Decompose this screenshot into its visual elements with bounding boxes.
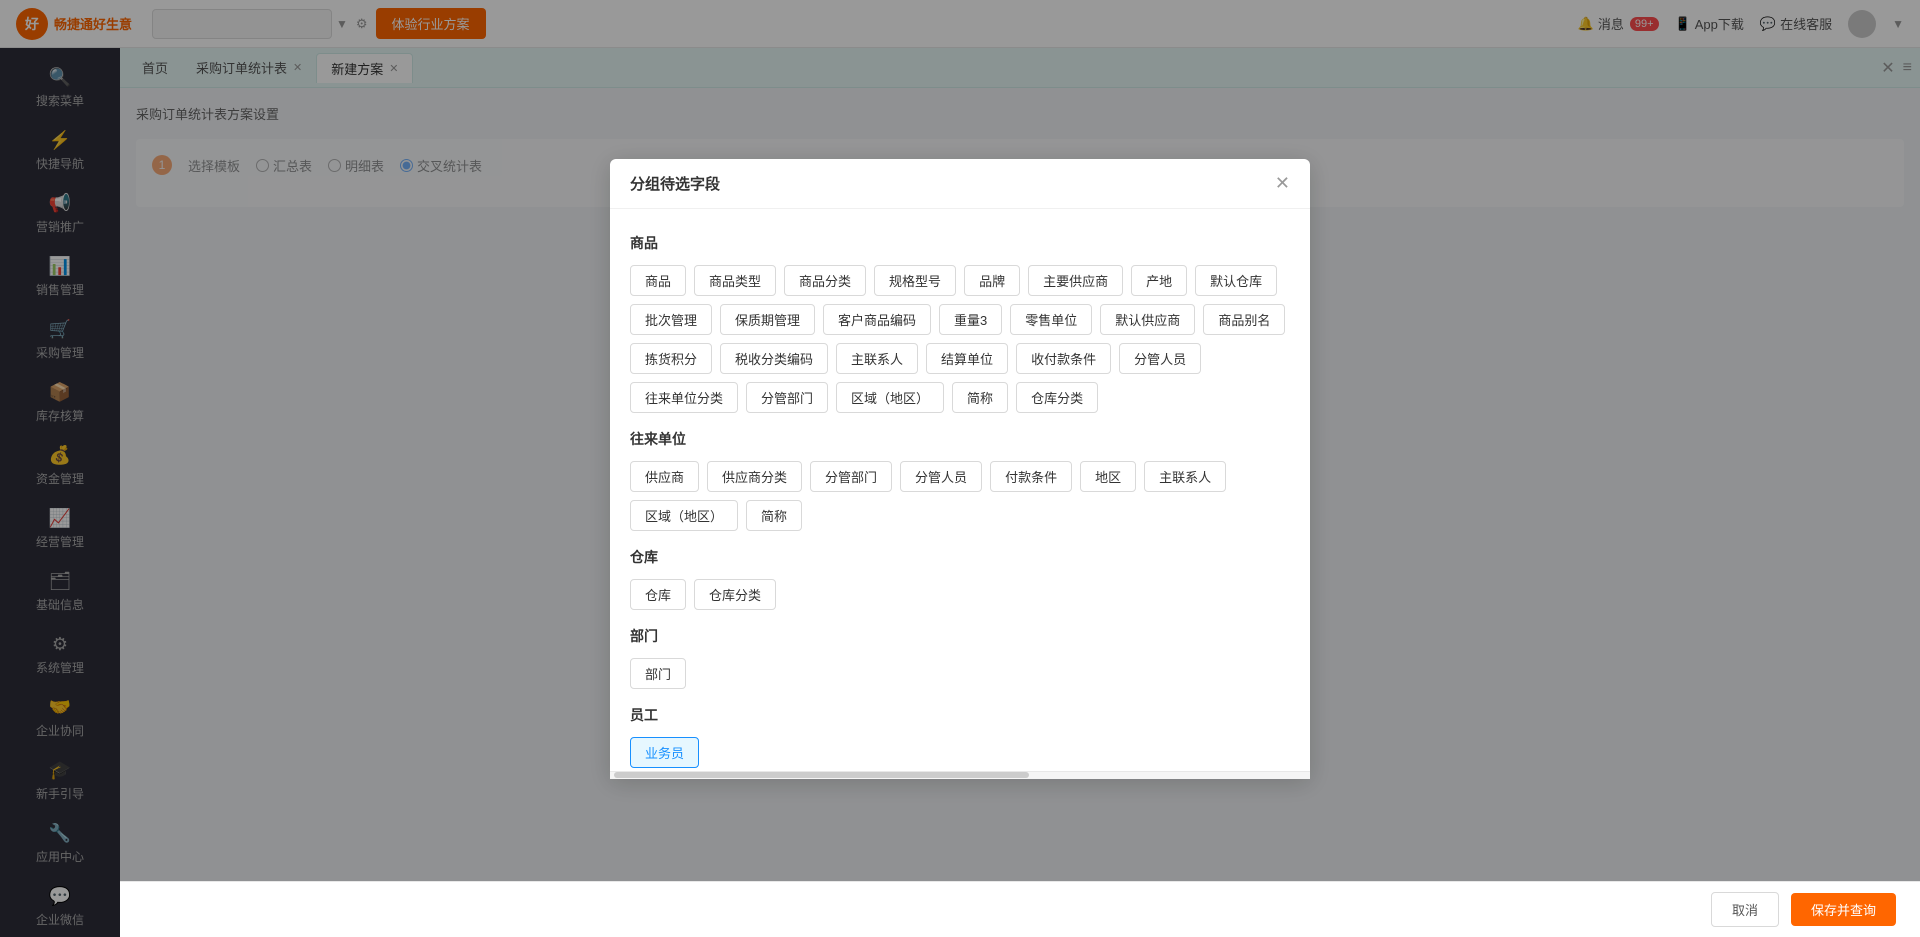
section-title-party: 往来单位 bbox=[630, 429, 1290, 449]
field-tag-supervisor[interactable]: 分管人员 bbox=[1119, 343, 1201, 374]
modal-body: 商品 商品 商品类型 商品分类 规格型号 品牌 主要供应商 产地 默认仓库 批次… bbox=[610, 209, 1310, 771]
field-tag-party-contact[interactable]: 主联系人 bbox=[1144, 461, 1226, 492]
field-tag-area[interactable]: 地区 bbox=[1080, 461, 1136, 492]
field-tag-salesperson[interactable]: 业务员 bbox=[630, 737, 699, 768]
field-tag-product-alias[interactable]: 商品别名 bbox=[1203, 304, 1285, 335]
field-tag-default-warehouse[interactable]: 默认仓库 bbox=[1195, 265, 1277, 296]
fields-grid-staff: 业务员 bbox=[630, 737, 1290, 768]
field-tag-shelf-life[interactable]: 保质期管理 bbox=[720, 304, 815, 335]
modal-header: 分组待选字段 ✕ bbox=[610, 159, 1310, 209]
save-button[interactable]: 保存并查询 bbox=[1791, 893, 1896, 926]
field-tag-party-person[interactable]: 分管人员 bbox=[900, 461, 982, 492]
field-tag-party-dept[interactable]: 分管部门 bbox=[810, 461, 892, 492]
field-tag-supplier-cat[interactable]: 供应商分类 bbox=[707, 461, 802, 492]
cancel-button[interactable]: 取消 bbox=[1711, 892, 1779, 927]
fields-grid-warehouse: 仓库 仓库分类 bbox=[630, 579, 1290, 610]
field-tag-party-region[interactable]: 区域（地区） bbox=[630, 500, 738, 531]
field-tag-pick-score[interactable]: 拣货积分 bbox=[630, 343, 712, 374]
section-title-warehouse: 仓库 bbox=[630, 547, 1290, 567]
field-tag-retail-unit[interactable]: 零售单位 bbox=[1010, 304, 1092, 335]
field-tag-dept[interactable]: 分管部门 bbox=[746, 382, 828, 413]
overlay: 分组待选字段 ✕ 商品 商品 商品类型 商品分类 规格型号 品牌 主要供应商 产… bbox=[0, 0, 1920, 937]
field-tag-party-short[interactable]: 简称 bbox=[746, 500, 802, 531]
modal-field-select: 分组待选字段 ✕ 商品 商品 商品类型 商品分类 规格型号 品牌 主要供应商 产… bbox=[610, 159, 1310, 779]
hscroll-bar-thumb bbox=[614, 772, 1029, 778]
field-tag-customer-code[interactable]: 客户商品编码 bbox=[823, 304, 931, 335]
modal-hscroll bbox=[610, 771, 1310, 779]
field-tag-payment-cond[interactable]: 付款条件 bbox=[990, 461, 1072, 492]
field-tag-spec-type[interactable]: 规格型号 bbox=[874, 265, 956, 296]
field-tag-default-supplier[interactable]: 默认供应商 bbox=[1100, 304, 1195, 335]
field-tag-warehouse[interactable]: 仓库 bbox=[630, 579, 686, 610]
section-title-staff: 员工 bbox=[630, 705, 1290, 725]
field-tag-main-supplier[interactable]: 主要供应商 bbox=[1028, 265, 1123, 296]
field-tag-weight[interactable]: 重量3 bbox=[939, 304, 1002, 335]
field-tag-short-name[interactable]: 简称 bbox=[952, 382, 1008, 413]
field-tag-product-type[interactable]: 商品类型 bbox=[694, 265, 776, 296]
field-tag-department[interactable]: 部门 bbox=[630, 658, 686, 689]
field-tag-origin[interactable]: 产地 bbox=[1131, 265, 1187, 296]
field-tag-warehouse-category[interactable]: 仓库分类 bbox=[694, 579, 776, 610]
footer-bar: 取消 保存并查询 bbox=[120, 881, 1920, 937]
field-tag-payment-terms[interactable]: 收付款条件 bbox=[1016, 343, 1111, 374]
field-tag-party-category[interactable]: 往来单位分类 bbox=[630, 382, 738, 413]
fields-grid-dept: 部门 bbox=[630, 658, 1290, 689]
section-title-product: 商品 bbox=[630, 233, 1290, 253]
section-title-dept: 部门 bbox=[630, 626, 1290, 646]
field-tag-supplier[interactable]: 供应商 bbox=[630, 461, 699, 492]
fields-grid-party: 供应商 供应商分类 分管部门 分管人员 付款条件 地区 主联系人 区域（地区） … bbox=[630, 461, 1290, 531]
field-tag-brand[interactable]: 品牌 bbox=[964, 265, 1020, 296]
field-tag-settlement-unit[interactable]: 结算单位 bbox=[926, 343, 1008, 374]
field-tag-region[interactable]: 区域（地区） bbox=[836, 382, 944, 413]
fields-grid-product: 商品 商品类型 商品分类 规格型号 品牌 主要供应商 产地 默认仓库 批次管理 … bbox=[630, 265, 1290, 413]
field-tag-product-category[interactable]: 商品分类 bbox=[784, 265, 866, 296]
field-tag-batch-mgmt[interactable]: 批次管理 bbox=[630, 304, 712, 335]
modal-title: 分组待选字段 bbox=[630, 173, 720, 194]
field-tag-main-contact[interactable]: 主联系人 bbox=[836, 343, 918, 374]
modal-close-icon[interactable]: ✕ bbox=[1275, 173, 1290, 194]
field-tag-warehouse-cat[interactable]: 仓库分类 bbox=[1016, 382, 1098, 413]
field-tag-tax-code[interactable]: 税收分类编码 bbox=[720, 343, 828, 374]
field-tag-product[interactable]: 商品 bbox=[630, 265, 686, 296]
